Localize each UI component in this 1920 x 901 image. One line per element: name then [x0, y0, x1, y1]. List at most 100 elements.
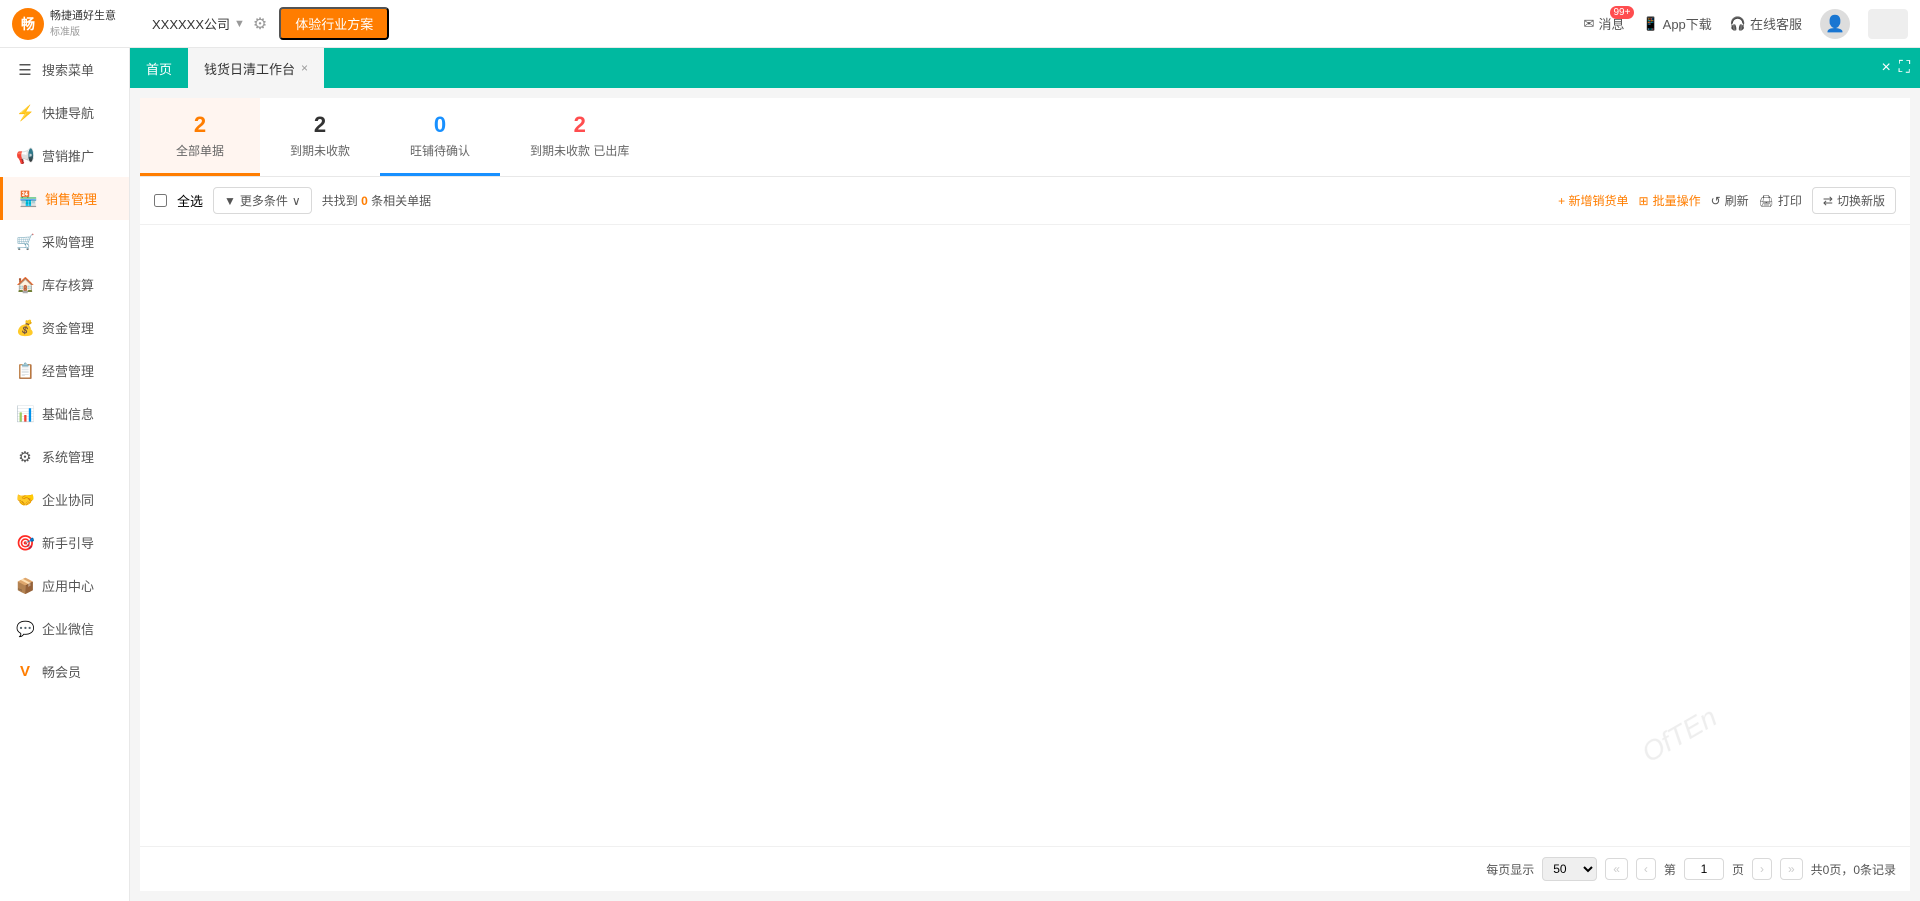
stock-icon: 🏠 [16, 276, 34, 294]
logo-text: 畅捷通好生意 [50, 9, 116, 23]
logo-icon: 畅 [12, 8, 44, 40]
sidebar-item-biz[interactable]: 📋 经营管理 [0, 349, 129, 392]
stat-tab-pending[interactable]: 0 旺铺待确认 [380, 98, 500, 176]
tab-collapse-button[interactable]: × [1881, 59, 1890, 77]
sidebar-label: 畅会员 [42, 662, 81, 681]
logo: 畅 畅捷通好生意 标准版 [12, 8, 142, 40]
sidebar-item-system[interactable]: ⚙ 系统管理 [0, 435, 129, 478]
select-all-checkbox[interactable] [154, 194, 167, 207]
tabs-bar: 首页 钱货日清工作台 × × ⛶ [130, 48, 1920, 88]
quick-nav-icon: ⚡ [16, 104, 34, 122]
content-card: 2 全部单据 2 到期未收款 0 旺铺待确认 2 到期未收款 已出库 全选 [140, 98, 1910, 891]
sidebar-label: 企业协同 [42, 490, 94, 509]
header: 畅 畅捷通好生意 标准版 XXXXXX公司 ▼ ⚙ 体验行业方案 ✉ 消息 99… [0, 0, 1920, 48]
sidebar-label: 库存核算 [42, 275, 94, 294]
headset-icon: 🎧 [1730, 16, 1746, 32]
newbie-icon: 🎯 [16, 534, 34, 552]
sidebar-item-vip[interactable]: V 畅会员 [0, 650, 129, 693]
stat-tab-all[interactable]: 2 全部单据 [140, 98, 260, 176]
avatar[interactable]: 👤 [1820, 9, 1850, 39]
sidebar-item-search-menu[interactable]: ☰ 搜索菜单 [0, 48, 129, 91]
company-selector[interactable]: XXXXXX公司 ▼ [152, 14, 245, 33]
last-page-button[interactable]: » [1780, 858, 1803, 880]
sidebar-label: 经营管理 [42, 361, 94, 380]
sidebar-item-base-info[interactable]: 📊 基础信息 [0, 392, 129, 435]
batch-op-button[interactable]: ⊞ 批量操作 [1639, 192, 1701, 209]
total-records-label: 共0页，0条记录 [1811, 861, 1896, 878]
stat-label-pending: 旺铺待确认 [410, 142, 470, 159]
sidebar-label: 应用中心 [42, 576, 94, 595]
online-service-button[interactable]: 🎧 在线客服 [1730, 14, 1802, 33]
sidebar-label: 搜索菜单 [42, 60, 94, 79]
message-button[interactable]: ✉ 消息 99+ [1584, 14, 1625, 33]
stat-num-pending: 0 [410, 112, 470, 138]
table-area [140, 225, 1910, 846]
filter-button[interactable]: ▼ 更多条件 ∨ [213, 187, 312, 214]
sidebar-item-marketing[interactable]: 📢 营销推广 [0, 134, 129, 177]
corp-coop-icon: 🤝 [16, 491, 34, 509]
sidebar-item-stock[interactable]: 🏠 库存核算 [0, 263, 129, 306]
biz-icon: 📋 [16, 362, 34, 380]
stat-num-all: 2 [170, 112, 230, 138]
sales-icon: 🏪 [19, 190, 37, 208]
sidebar-item-purchase[interactable]: 🛒 采购管理 [0, 220, 129, 263]
stat-tab-overdue[interactable]: 2 到期未收款 [260, 98, 380, 176]
message-badge: 99+ [1610, 6, 1635, 19]
marketing-icon: 📢 [16, 147, 34, 165]
stat-tab-shipped[interactable]: 2 到期未收款 已出库 [500, 98, 659, 176]
sidebar-item-corp-coop[interactable]: 🤝 企业协同 [0, 478, 129, 521]
found-count: 0 [361, 194, 368, 208]
tab-close-icon[interactable]: × [301, 61, 308, 75]
sidebar-item-app-center[interactable]: 📦 应用中心 [0, 564, 129, 607]
stat-label-all: 全部单据 [170, 142, 230, 159]
switch-version-button[interactable]: ⇄ 切换新版 [1812, 187, 1896, 214]
first-page-button[interactable]: « [1605, 858, 1628, 880]
page-size-select[interactable]: 50 100 200 [1542, 857, 1597, 881]
stat-label-shipped: 到期未收款 已出库 [530, 142, 629, 159]
sidebar-item-fund[interactable]: 💰 资金管理 [0, 306, 129, 349]
stat-num-overdue: 2 [290, 112, 350, 138]
stat-label-overdue: 到期未收款 [290, 142, 350, 159]
toolbar-left: 全选 ▼ 更多条件 ∨ 共找到 0 条相关单据 [154, 187, 1546, 214]
next-page-button[interactable]: › [1752, 858, 1772, 880]
company-dropdown-icon: ▼ [234, 18, 245, 30]
app-center-icon: 📦 [16, 577, 34, 595]
username-display[interactable] [1868, 9, 1908, 39]
filter-icon: ▼ [224, 194, 236, 208]
sidebar-label: 新手引导 [42, 533, 94, 552]
settings-icon[interactable]: ⚙ [253, 14, 267, 34]
trial-button[interactable]: 体验行业方案 [279, 7, 389, 40]
base-info-icon: 📊 [16, 405, 34, 423]
header-right: ✉ 消息 99+ 📱 App下载 🎧 在线客服 👤 [1584, 9, 1908, 39]
app-download-button[interactable]: 📱 App下载 [1642, 14, 1711, 33]
sidebar-item-quick-nav[interactable]: ⚡ 快捷导航 [0, 91, 129, 134]
refresh-button[interactable]: ↺ 刷新 [1711, 192, 1749, 209]
page-label: 第 [1664, 861, 1676, 878]
toolbar-right: + 新增销货单 ⊞ 批量操作 ↺ 刷新 🖨 打印 ⇄ 切换新版 [1558, 187, 1896, 214]
sidebar-item-sales[interactable]: 🏪 销售管理 [0, 177, 129, 220]
print-button[interactable]: 🖨 打印 [1759, 192, 1802, 209]
page-size-label: 每页显示 [1486, 861, 1534, 878]
sidebar-label: 销售管理 [45, 189, 97, 208]
sidebar-item-corp-wechat[interactable]: 💬 企业微信 [0, 607, 129, 650]
tabs-right-actions: × ⛶ [1881, 59, 1920, 77]
sidebar-item-newbie[interactable]: 🎯 新手引导 [0, 521, 129, 564]
page-number-input[interactable] [1684, 858, 1724, 880]
sidebar-label: 采购管理 [42, 232, 94, 251]
sidebar-label: 基础信息 [42, 404, 94, 423]
tab-current[interactable]: 钱货日清工作台 × [188, 48, 324, 88]
new-order-button[interactable]: + 新增销货单 [1558, 192, 1628, 209]
purchase-icon: 🛒 [16, 233, 34, 251]
sidebar-label: 系统管理 [42, 447, 94, 466]
sidebar-label: 营销推广 [42, 146, 94, 165]
tab-home[interactable]: 首页 [130, 48, 188, 88]
sidebar-label: 企业微信 [42, 619, 94, 638]
tab-expand-button[interactable]: ⛶ [1899, 59, 1910, 77]
switch-icon: ⇄ [1823, 194, 1833, 208]
corp-wechat-icon: 💬 [16, 620, 34, 638]
stats-tabs: 2 全部单据 2 到期未收款 0 旺铺待确认 2 到期未收款 已出库 [140, 98, 1910, 177]
phone-icon: 📱 [1642, 16, 1658, 32]
message-icon: ✉ [1584, 16, 1595, 32]
search-menu-icon: ☰ [16, 61, 34, 79]
prev-page-button[interactable]: ‹ [1636, 858, 1656, 880]
